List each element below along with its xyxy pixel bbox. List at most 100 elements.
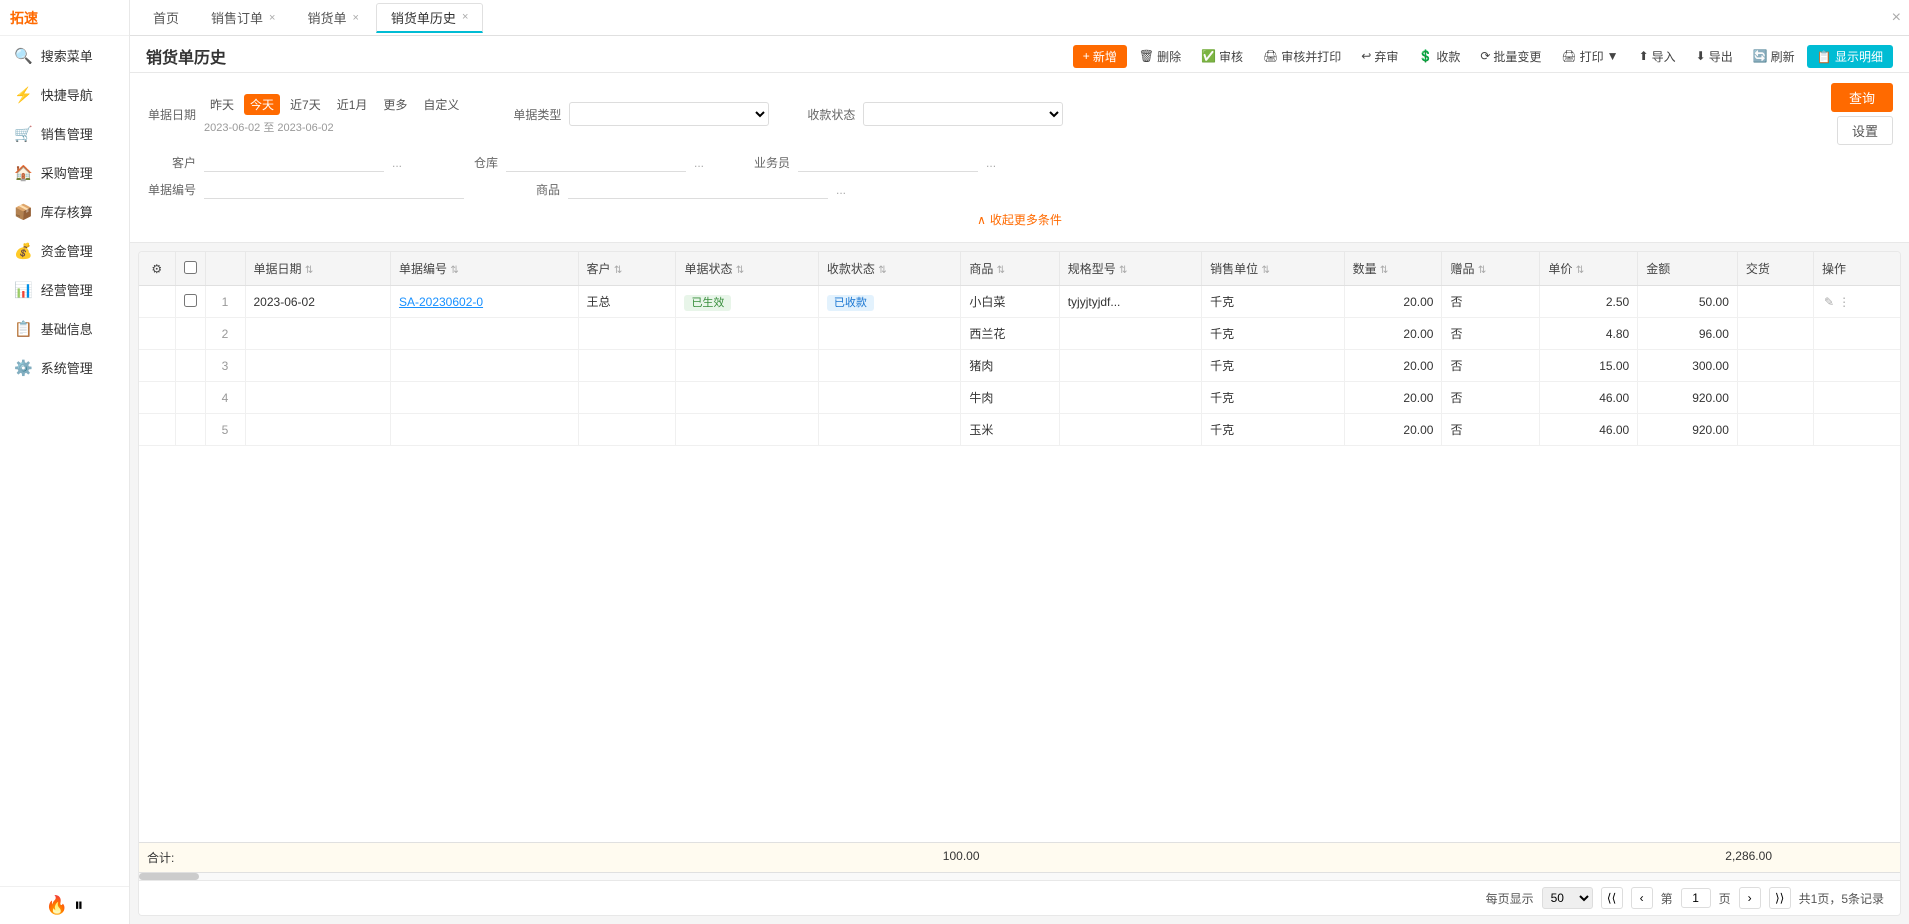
total-amount: 2,286.00: [1672, 849, 1772, 866]
tab-sales-order-close[interactable]: ×: [269, 12, 275, 24]
th-payment-status[interactable]: 收款状态 ⇅: [818, 252, 960, 286]
th-customer[interactable]: 客户 ⇅: [578, 252, 676, 286]
tab-home[interactable]: 首页: [138, 3, 194, 33]
new-button[interactable]: + 新增: [1073, 45, 1127, 68]
batch-change-button[interactable]: ⟳ 批量变更: [1472, 45, 1549, 68]
cell-action[interactable]: ✎⋮: [1814, 286, 1901, 318]
cell-doc-status: [676, 382, 818, 414]
export-button[interactable]: ⬇ 导出: [1688, 45, 1741, 68]
date-tab-yesterday[interactable]: 昨天: [204, 94, 240, 115]
refresh-button[interactable]: 🔄 刷新: [1745, 45, 1803, 68]
audit-button[interactable]: ✅ 审核: [1193, 45, 1251, 68]
th-gift[interactable]: 赠品 ⇅: [1442, 252, 1540, 286]
tab-sales-goods[interactable]: 销货单 ×: [292, 3, 373, 33]
cell-doc-no[interactable]: [390, 382, 578, 414]
th-doc-date-sort-icon: ⇅: [305, 265, 313, 276]
th-unit[interactable]: 销售单位 ⇅: [1202, 252, 1344, 286]
audit-print-button[interactable]: 🖨 审核并打印: [1255, 45, 1349, 68]
collect-button[interactable]: 💲 收款: [1410, 45, 1468, 68]
date-tab-custom[interactable]: 自定义: [417, 94, 465, 115]
cell-checkbox[interactable]: [175, 414, 205, 446]
per-page-select[interactable]: 50 20 100: [1542, 887, 1593, 909]
doc-type-select[interactable]: [569, 102, 769, 126]
prev-page-button[interactable]: ‹: [1631, 887, 1653, 909]
edit-action-icon[interactable]: ✎: [1824, 295, 1834, 309]
sidebar-item-inventory[interactable]: 📦 库存核算: [0, 192, 129, 231]
tab-sales-goods-close[interactable]: ×: [352, 12, 358, 24]
sidebar-item-finance[interactable]: 💰 资金管理: [0, 231, 129, 270]
cell-checkbox[interactable]: [175, 350, 205, 382]
date-tab-more[interactable]: 更多: [377, 94, 413, 115]
sidebar-item-quick-nav[interactable]: ⚡ 快捷导航: [0, 75, 129, 114]
cell-doc-no[interactable]: [390, 350, 578, 382]
th-settings[interactable]: ⚙: [139, 252, 175, 286]
horizontal-scrollbar[interactable]: [139, 872, 1900, 880]
salesperson-input[interactable]: [798, 153, 978, 172]
th-doc-status-label: 单据状态: [684, 262, 732, 276]
abandon-button[interactable]: ↩ 弃审: [1353, 45, 1406, 68]
delete-button[interactable]: 🗑 删除: [1131, 45, 1189, 68]
print-button[interactable]: 🖨 打印 ▼: [1553, 45, 1626, 68]
sidebar-item-purchase-mgmt[interactable]: 🏠 采购管理: [0, 153, 129, 192]
cell-checkbox[interactable]: [175, 318, 205, 350]
cell-action[interactable]: [1814, 414, 1901, 446]
tab-sales-history-close[interactable]: ×: [462, 11, 468, 23]
settings-button[interactable]: 设置: [1837, 116, 1893, 145]
sidebar-item-basic-info[interactable]: 📋 基础信息: [0, 309, 129, 348]
goods-ellipsis[interactable]: ...: [836, 183, 846, 197]
th-doc-status[interactable]: 单据状态 ⇅: [676, 252, 818, 286]
show-detail-button[interactable]: 📋 显示明细: [1807, 45, 1893, 68]
doc-no-input[interactable]: [204, 180, 464, 199]
settings-gear-icon[interactable]: ⚙: [151, 262, 162, 276]
th-doc-date[interactable]: 单据日期 ⇅: [245, 252, 390, 286]
select-all-checkbox[interactable]: [184, 261, 197, 274]
date-tab-today[interactable]: 今天: [244, 94, 280, 115]
more-action-icon[interactable]: ⋮: [1838, 295, 1850, 309]
th-goods[interactable]: 商品 ⇅: [961, 252, 1059, 286]
th-spec[interactable]: 规格型号 ⇅: [1059, 252, 1201, 286]
tab-sales-history[interactable]: 销货单历史 ×: [376, 3, 483, 33]
th-price[interactable]: 单价 ⇅: [1540, 252, 1638, 286]
salesperson-ellipsis[interactable]: ...: [986, 156, 996, 170]
row-checkbox[interactable]: [184, 294, 197, 307]
sidebar-item-search-menu[interactable]: 🔍 搜索菜单: [0, 36, 129, 75]
next-page-button[interactable]: ›: [1739, 887, 1761, 909]
export-icon: ⬇: [1696, 49, 1706, 63]
first-page-button[interactable]: ⟨⟨: [1601, 887, 1623, 909]
cell-checkbox[interactable]: [175, 286, 205, 318]
sidebar-item-sales-mgmt[interactable]: 🛒 销售管理: [0, 114, 129, 153]
cell-doc-no[interactable]: [390, 318, 578, 350]
cell-checkbox[interactable]: [175, 382, 205, 414]
import-button[interactable]: ⬆ 导入: [1631, 45, 1684, 68]
cell-doc-no[interactable]: SA-20230602-0: [390, 286, 578, 318]
cell-action[interactable]: [1814, 382, 1901, 414]
goods-input[interactable]: [568, 180, 828, 199]
cell-action[interactable]: [1814, 318, 1901, 350]
customer-input[interactable]: [204, 153, 384, 172]
tab-sales-order-label: 销售订单: [211, 8, 263, 27]
query-button[interactable]: 查询: [1831, 83, 1893, 112]
th-qty[interactable]: 数量 ⇅: [1344, 252, 1442, 286]
cell-action[interactable]: [1814, 350, 1901, 382]
warehouse-ellipsis[interactable]: ...: [694, 156, 704, 170]
th-checkbox[interactable]: [175, 252, 205, 286]
collapse-filter-button[interactable]: ∧ 收起更多条件: [146, 207, 1893, 232]
th-doc-no[interactable]: 单据编号 ⇅: [390, 252, 578, 286]
page-number-input[interactable]: 1: [1681, 888, 1711, 908]
scrollbar-thumb[interactable]: [139, 873, 199, 880]
payment-status-select[interactable]: [863, 102, 1063, 126]
warehouse-input[interactable]: [506, 153, 686, 172]
payment-status-badge: 已收款: [827, 295, 874, 311]
tab-sales-order[interactable]: 销售订单 ×: [196, 3, 290, 33]
date-tab-7days[interactable]: 近7天: [284, 94, 327, 115]
date-tab-1month[interactable]: 近1月: [331, 94, 374, 115]
sidebar-pause-icon[interactable]: ⏸: [74, 895, 83, 916]
cell-doc-no[interactable]: [390, 414, 578, 446]
last-page-button[interactable]: ⟩⟩: [1769, 887, 1791, 909]
sidebar-fire-icon[interactable]: 🔥: [46, 895, 68, 916]
sidebar-item-ops[interactable]: 📊 经营管理: [0, 270, 129, 309]
doc-no-link[interactable]: SA-20230602-0: [399, 295, 483, 309]
customer-ellipsis[interactable]: ...: [392, 156, 402, 170]
tab-bar-close[interactable]: ×: [1892, 9, 1901, 27]
sidebar-item-sys-admin[interactable]: ⚙️ 系统管理: [0, 348, 129, 387]
